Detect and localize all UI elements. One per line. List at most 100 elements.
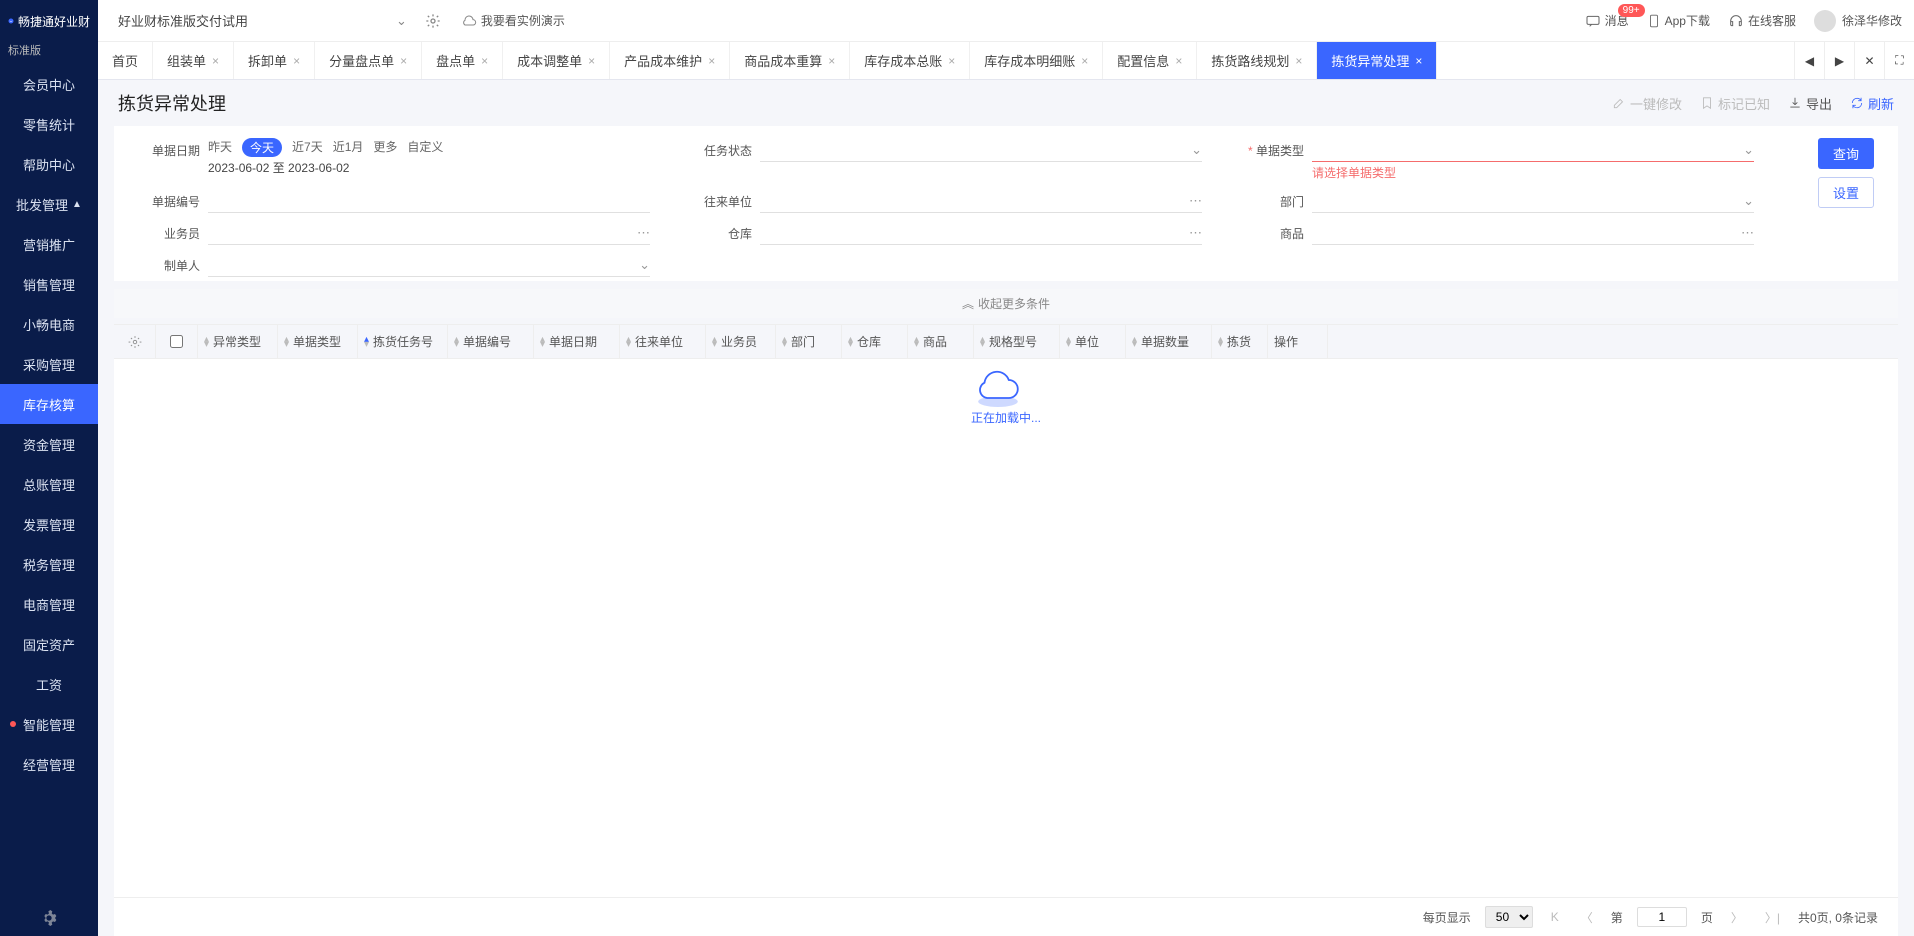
col-header-0[interactable]: ▴▾异常类型 — [198, 325, 278, 358]
sidebar-item-9[interactable]: 资金管理 — [0, 424, 98, 464]
date-opt-3[interactable]: 近1月 — [333, 138, 364, 157]
tab-0[interactable]: 首页 — [98, 42, 153, 79]
sidebar-item-1[interactable]: 零售统计 — [0, 104, 98, 144]
tab-8[interactable]: 库存成本总账× — [850, 42, 970, 79]
close-icon[interactable]: × — [1415, 54, 1422, 68]
sales-input[interactable]: ⋯ — [208, 221, 650, 245]
tab-6[interactable]: 产品成本维护× — [610, 42, 730, 79]
col-header-10[interactable]: ▴▾规格型号 — [974, 325, 1060, 358]
close-icon[interactable]: × — [708, 54, 715, 68]
app-download-btn[interactable]: App下载 — [1647, 12, 1710, 29]
tab-7[interactable]: 商品成本重算× — [730, 42, 850, 79]
sidebar-item-12[interactable]: 税务管理 — [0, 544, 98, 584]
task-status-input[interactable]: ⌄ — [760, 138, 1202, 162]
col-header-11[interactable]: ▴▾单位 — [1060, 325, 1126, 358]
col-header-3[interactable]: ▴▾单据编号 — [448, 325, 534, 358]
col-header-13[interactable]: ▴▾拣货 — [1212, 325, 1268, 358]
support-btn[interactable]: 在线客服 — [1728, 12, 1796, 29]
close-icon[interactable]: × — [948, 54, 955, 68]
demo-link[interactable]: 我要看实例演示 — [461, 12, 565, 29]
tab-3[interactable]: 分量盘点单× — [315, 42, 422, 79]
col-header-7[interactable]: ▴▾部门 — [776, 325, 842, 358]
sidebar-item-14[interactable]: 固定资产 — [0, 624, 98, 664]
col-header-9[interactable]: ▴▾商品 — [908, 325, 974, 358]
tab-9[interactable]: 库存成本明细账× — [970, 42, 1103, 79]
fullscreen-icon[interactable]: ⛶ — [1884, 42, 1914, 79]
sidebar-item-3[interactable]: 批发管理▲ — [0, 184, 98, 224]
mark-btn[interactable]: 标记已知 — [1700, 94, 1770, 113]
product-select[interactable]: 好业财标准版交付试用 ⌄ — [110, 7, 415, 34]
page-next[interactable]: 〉 — [1727, 909, 1747, 926]
close-icon[interactable]: × — [481, 54, 488, 68]
tab-scroll-right[interactable]: ▶ — [1824, 42, 1854, 79]
tab-2[interactable]: 拆卸单× — [234, 42, 315, 79]
date-opt-4[interactable]: 更多 — [373, 138, 397, 157]
close-icon[interactable]: × — [588, 54, 595, 68]
col-header-6[interactable]: ▴▾业务员 — [706, 325, 776, 358]
tab-11[interactable]: 拣货路线规划× — [1197, 42, 1317, 79]
tab-close-all[interactable]: ✕ — [1854, 42, 1884, 79]
message-btn[interactable]: 消息 99+ — [1585, 12, 1629, 29]
close-icon[interactable]: × — [828, 54, 835, 68]
tab-10[interactable]: 配置信息× — [1103, 42, 1197, 79]
settings-icon[interactable] — [425, 13, 441, 29]
col-header-5[interactable]: ▴▾往来单位 — [620, 325, 706, 358]
partner-input[interactable]: ⋯ — [760, 189, 1202, 213]
col-header-14[interactable]: 操作 — [1268, 325, 1328, 358]
sidebar-item-15[interactable]: 工资 — [0, 664, 98, 704]
sidebar-item-7[interactable]: 采购管理 — [0, 344, 98, 384]
sidebar-item-5[interactable]: 销售管理 — [0, 264, 98, 304]
page-input[interactable] — [1637, 907, 1687, 927]
sidebar-item-16[interactable]: 智能管理 — [0, 704, 98, 744]
refresh-btn[interactable]: 刷新 — [1850, 94, 1894, 113]
close-icon[interactable]: × — [400, 54, 407, 68]
sidebar-item-11[interactable]: 发票管理 — [0, 504, 98, 544]
tab-scroll-left[interactable]: ◀ — [1794, 42, 1824, 79]
dept-input[interactable]: ⌄ — [1312, 189, 1754, 213]
close-icon[interactable]: × — [1295, 54, 1302, 68]
date-opt-1[interactable]: 今天 — [242, 138, 282, 157]
col-header-8[interactable]: ▴▾仓库 — [842, 325, 908, 358]
col-header-12[interactable]: ▴▾单据数量 — [1126, 325, 1212, 358]
close-icon[interactable]: × — [293, 54, 300, 68]
col-header-2[interactable]: ▴▾拣货任务号 — [358, 325, 448, 358]
close-icon[interactable]: × — [1081, 54, 1088, 68]
page-prev[interactable]: 〈 — [1577, 909, 1597, 926]
col-header-4[interactable]: ▴▾单据日期 — [534, 325, 620, 358]
tab-5[interactable]: 成本调整单× — [503, 42, 610, 79]
tab-1[interactable]: 组装单× — [153, 42, 234, 79]
bill-type-input[interactable]: ⌄ — [1312, 138, 1754, 162]
page-last[interactable]: 〉| — [1761, 909, 1784, 926]
per-page-select[interactable]: 50 — [1485, 906, 1533, 928]
sidebar-item-8[interactable]: 库存核算 — [0, 384, 98, 424]
select-all-checkbox[interactable] — [170, 335, 183, 348]
close-icon[interactable]: × — [212, 54, 219, 68]
sidebar-item-13[interactable]: 电商管理 — [0, 584, 98, 624]
bill-no-input[interactable] — [208, 189, 650, 213]
sidebar-item-4[interactable]: 营销推广 — [0, 224, 98, 264]
col-header-1[interactable]: ▴▾单据类型 — [278, 325, 358, 358]
sidebar-item-17[interactable]: 经营管理 — [0, 744, 98, 784]
product-input[interactable]: ⋯ — [1312, 221, 1754, 245]
warehouse-input[interactable]: ⋯ — [760, 221, 1202, 245]
collapse-filters[interactable]: ︽ 收起更多条件 — [114, 289, 1898, 318]
col-checkbox[interactable] — [156, 325, 198, 358]
date-opt-5[interactable]: 自定义 — [407, 138, 443, 157]
horizontal-scrollbar[interactable] — [114, 885, 1898, 897]
col-settings[interactable] — [114, 325, 156, 358]
sidebar-settings[interactable] — [0, 900, 98, 936]
sidebar-item-2[interactable]: 帮助中心 — [0, 144, 98, 184]
one-mod-btn[interactable]: 一键修改 — [1612, 94, 1682, 113]
query-button[interactable]: 查询 — [1818, 138, 1874, 169]
close-icon[interactable]: × — [1175, 54, 1182, 68]
sidebar-item-6[interactable]: 小畅电商 — [0, 304, 98, 344]
sidebar-item-10[interactable]: 总账管理 — [0, 464, 98, 504]
user-menu[interactable]: 徐泽华修改 — [1814, 10, 1902, 32]
date-opt-2[interactable]: 近7天 — [292, 138, 323, 157]
tab-12[interactable]: 拣货异常处理× — [1317, 42, 1437, 79]
date-opt-0[interactable]: 昨天 — [208, 138, 232, 157]
sidebar-item-0[interactable]: 会员中心 — [0, 64, 98, 104]
page-first[interactable]: K — [1547, 910, 1563, 924]
export-btn[interactable]: 导出 — [1788, 94, 1832, 113]
tab-4[interactable]: 盘点单× — [422, 42, 503, 79]
